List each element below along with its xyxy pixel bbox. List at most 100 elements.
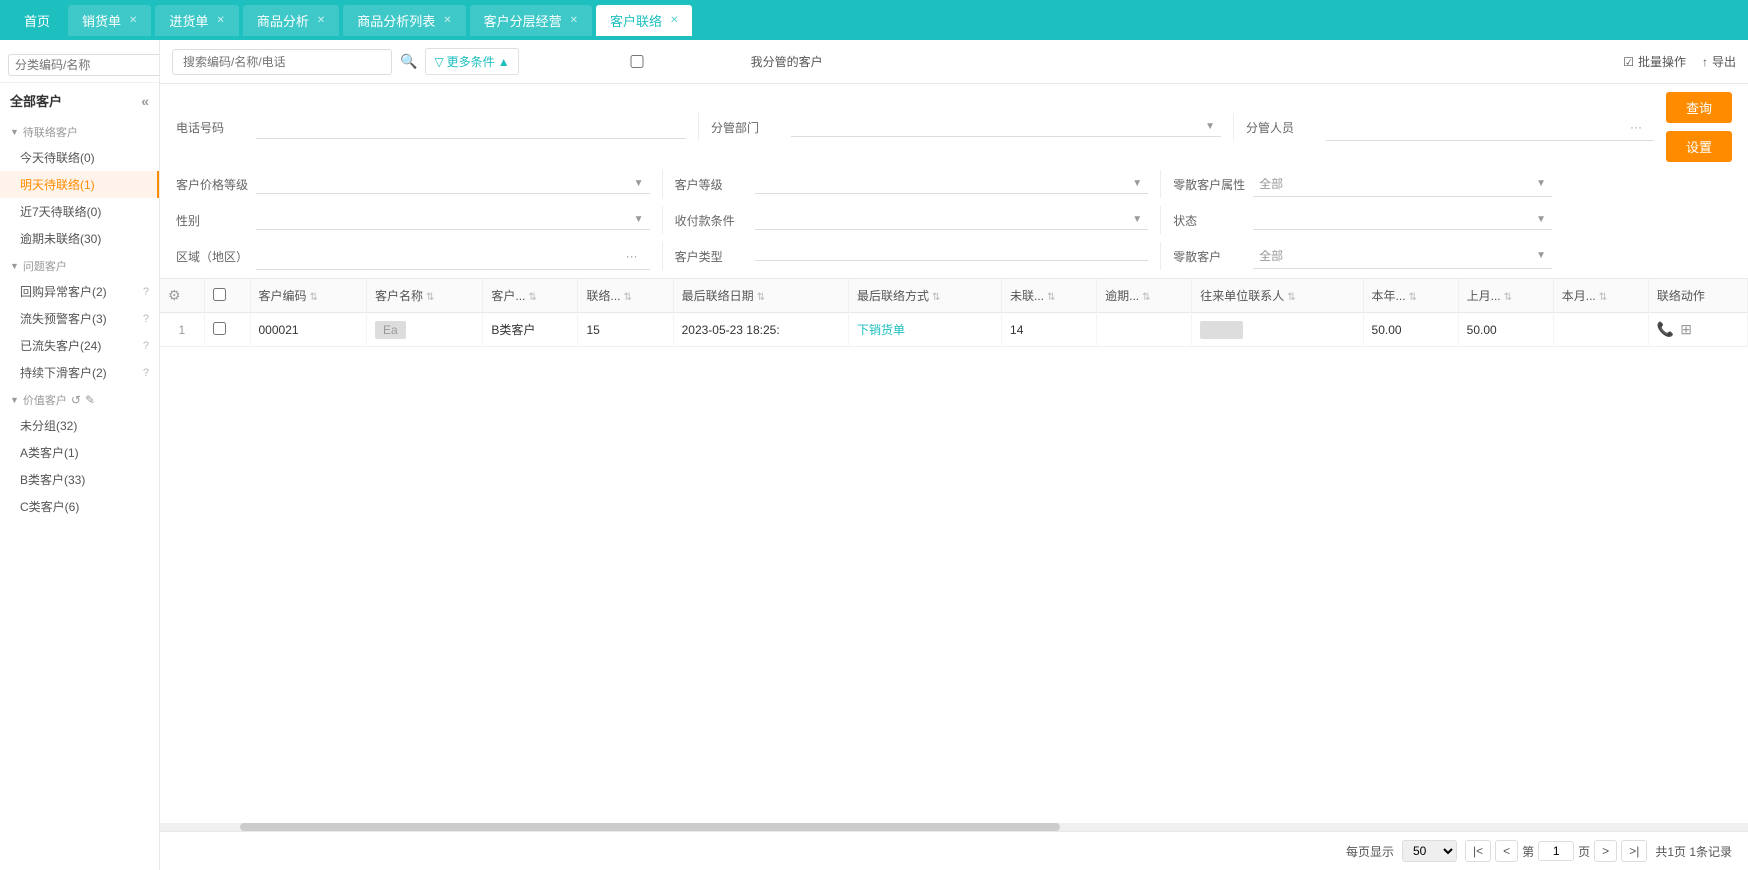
my-customers-checkbox-label[interactable]: 我分管的客户 <box>527 53 823 70</box>
nav-product-analysis[interactable]: 商品分析 ✕ <box>243 5 339 36</box>
refresh-value-icon[interactable]: ↺ <box>71 393 81 407</box>
help-icon-declining[interactable]: ? <box>143 367 149 379</box>
col-contact-count[interactable]: 联络...⇅ <box>578 279 673 313</box>
search-bar: 🔍 ▽ 更多条件 ▲ 我分管的客户 ☑ 批量操作 ↑ 导出 <box>160 40 1748 84</box>
col-liaison[interactable]: 往来单位联系人⇅ <box>1192 279 1363 313</box>
filter-customer-type-select[interactable] <box>755 252 1149 261</box>
nav-purchase[interactable]: 进货单 ✕ <box>155 5 238 36</box>
help-icon-churned[interactable]: ? <box>143 340 149 352</box>
filter-payment-select[interactable]: ▼ <box>755 210 1149 230</box>
filter-customer-grade-select[interactable]: ▼ <box>755 174 1149 194</box>
search-input[interactable] <box>172 49 392 75</box>
region-ellipsis-btn[interactable]: ··· <box>620 247 644 265</box>
sidebar-item-overdue[interactable]: 逾期未联络(30) <box>0 225 159 252</box>
cell-row-num: 1 <box>160 313 204 347</box>
sidebar-item-churned[interactable]: 已流失客户(24) ? <box>0 332 159 359</box>
sidebar-item-repurchase-abnormal[interactable]: 回购异常客户(2) ? <box>0 278 159 305</box>
col-type[interactable]: 客户...⇅ <box>483 279 578 313</box>
sidebar-item-ungrouped[interactable]: 未分组(32) <box>0 412 159 439</box>
filter-status-select[interactable]: ▼ <box>1253 210 1552 230</box>
my-customers-checkbox[interactable] <box>527 55 747 68</box>
action-phone-icon[interactable]: 📞 <box>1657 321 1674 338</box>
sort-code-icon: ⇅ <box>310 292 318 303</box>
sidebar-item-declining[interactable]: 持续下滑客户(2) ? <box>0 359 159 386</box>
close-purchase-icon[interactable]: ✕ <box>216 15 224 26</box>
manager-ellipsis-btn[interactable]: ··· <box>1624 118 1648 136</box>
last-contact-method-link[interactable]: 下销货单 <box>857 323 905 337</box>
nav-customer-tier[interactable]: 客户分层经营 ✕ <box>470 5 592 36</box>
close-product-analysis-list-icon[interactable]: ✕ <box>443 15 451 26</box>
sidebar-item-tomorrow[interactable]: 明天待联络(1) <box>0 171 159 198</box>
cell-last-contact-method[interactable]: 下销货单 <box>849 313 1002 347</box>
filter-row-4: 区域（地区） ··· 客户类型 零散客户 全部 <box>176 242 1732 270</box>
sidebar-all-customers[interactable]: 全部客户 « <box>0 83 159 118</box>
nav-product-analysis-list[interactable]: 商品分析列表 ✕ <box>343 5 465 36</box>
prev-page-btn[interactable]: < <box>1495 840 1518 862</box>
col-checkbox[interactable] <box>204 279 250 313</box>
col-overdue[interactable]: 逾期...⇅ <box>1097 279 1192 313</box>
export-btn[interactable]: ↑ 导出 <box>1702 53 1736 70</box>
col-last-contact-method[interactable]: 最后联络方式⇅ <box>849 279 1002 313</box>
filter-retail-customer-select[interactable]: 全部 ▼ <box>1253 243 1552 269</box>
first-page-btn[interactable]: |< <box>1465 840 1491 862</box>
cell-checkbox[interactable] <box>204 313 250 347</box>
scrollbar-thumb[interactable] <box>240 823 1060 831</box>
nav-home[interactable]: 首页 <box>10 5 64 36</box>
close-sales-icon[interactable]: ✕ <box>129 15 137 26</box>
sidebar-item-week[interactable]: 近7天待联络(0) <box>0 198 159 225</box>
chevron-down-status-icon: ▼ <box>1536 214 1546 225</box>
sidebar-item-churn-warning[interactable]: 流失预警客户(3) ? <box>0 305 159 332</box>
page-size-select[interactable]: 50 100 200 <box>1402 840 1457 862</box>
col-gear[interactable]: ⚙ <box>160 279 204 313</box>
last-page-btn[interactable]: >| <box>1621 840 1647 862</box>
sidebar-item-class-a[interactable]: A类客户(1) <box>0 439 159 466</box>
filter-status: 状态 ▼ <box>1173 210 1552 230</box>
nav-sales[interactable]: 销货单 ✕ <box>68 5 151 36</box>
sort-method-icon: ⇅ <box>932 292 940 303</box>
select-all-checkbox[interactable] <box>213 288 226 301</box>
gear-icon[interactable]: ⚙ <box>168 287 181 303</box>
setting-button[interactable]: 设置 <box>1666 131 1732 162</box>
search-icon[interactable]: 🔍 <box>400 53 417 70</box>
filter-value-grade-select[interactable]: ▼ <box>256 174 650 194</box>
filter-dept: 分管部门 ▼ <box>711 117 1221 137</box>
chevron-down-retail-attr-icon: ▼ <box>1536 178 1546 189</box>
batch-op-btn[interactable]: ☑ 批量操作 <box>1623 53 1686 70</box>
col-name[interactable]: 客户名称⇅ <box>366 279 482 313</box>
close-customer-contact-icon[interactable]: ✕ <box>670 15 678 26</box>
sidebar-item-class-b[interactable]: B类客户(33) <box>0 466 159 493</box>
nav-customer-contact[interactable]: 客户联络 ✕ <box>596 5 692 36</box>
sidebar-search-input[interactable] <box>8 54 160 76</box>
cell-this-month <box>1553 313 1648 347</box>
action-grid-icon[interactable]: ⊞ <box>1680 321 1692 338</box>
help-icon-churn[interactable]: ? <box>143 313 149 325</box>
close-customer-tier-icon[interactable]: ✕ <box>570 15 578 26</box>
col-last-contact-date[interactable]: 最后联络日期⇅ <box>673 279 848 313</box>
filter-gender-select[interactable]: ▼ <box>256 210 650 230</box>
row-checkbox[interactable] <box>213 322 226 335</box>
top-nav: 首页 销货单 ✕ 进货单 ✕ 商品分析 ✕ 商品分析列表 ✕ 客户分层经营 ✕ … <box>0 0 1748 40</box>
filter-dept-select[interactable]: ▼ <box>791 117 1221 137</box>
col-uncontacted[interactable]: 未联...⇅ <box>1002 279 1097 313</box>
filter-retail-customer: 零散客户 全部 ▼ <box>1173 243 1552 269</box>
col-this-year[interactable]: 本年...⇅ <box>1363 279 1458 313</box>
edit-value-icon[interactable]: ✎ <box>85 393 95 407</box>
sidebar-item-today[interactable]: 今天待联络(0) <box>0 144 159 171</box>
filter-phone-input[interactable] <box>256 116 686 139</box>
horizontal-scrollbar[interactable] <box>160 823 1748 831</box>
filter-retail-attr-select[interactable]: 全部 ▼ <box>1253 171 1552 197</box>
filter-row-1: 电话号码 分管部门 ▼ 分管人员 ··· <box>176 92 1732 162</box>
more-conditions-btn[interactable]: ▽ 更多条件 ▲ <box>425 48 518 75</box>
page-number-input[interactable] <box>1538 841 1574 861</box>
col-last-month[interactable]: 上月...⇅ <box>1458 279 1553 313</box>
col-code[interactable]: 客户编码⇅ <box>250 279 366 313</box>
sidebar-item-class-c[interactable]: C类客户(6) <box>0 493 159 520</box>
close-product-analysis-icon[interactable]: ✕ <box>317 15 325 26</box>
query-button[interactable]: 查询 <box>1666 92 1732 123</box>
next-page-btn[interactable]: > <box>1594 840 1617 862</box>
main-content: 🔍 ▽ 更多条件 ▲ 我分管的客户 ☑ 批量操作 ↑ 导出 <box>160 40 1748 870</box>
help-icon-repurchase[interactable]: ? <box>143 286 149 298</box>
page-unit-label: 页 <box>1578 843 1590 860</box>
filter-value-grade: 客户价格等级 ▼ <box>176 174 650 194</box>
col-this-month[interactable]: 本月...⇅ <box>1553 279 1648 313</box>
